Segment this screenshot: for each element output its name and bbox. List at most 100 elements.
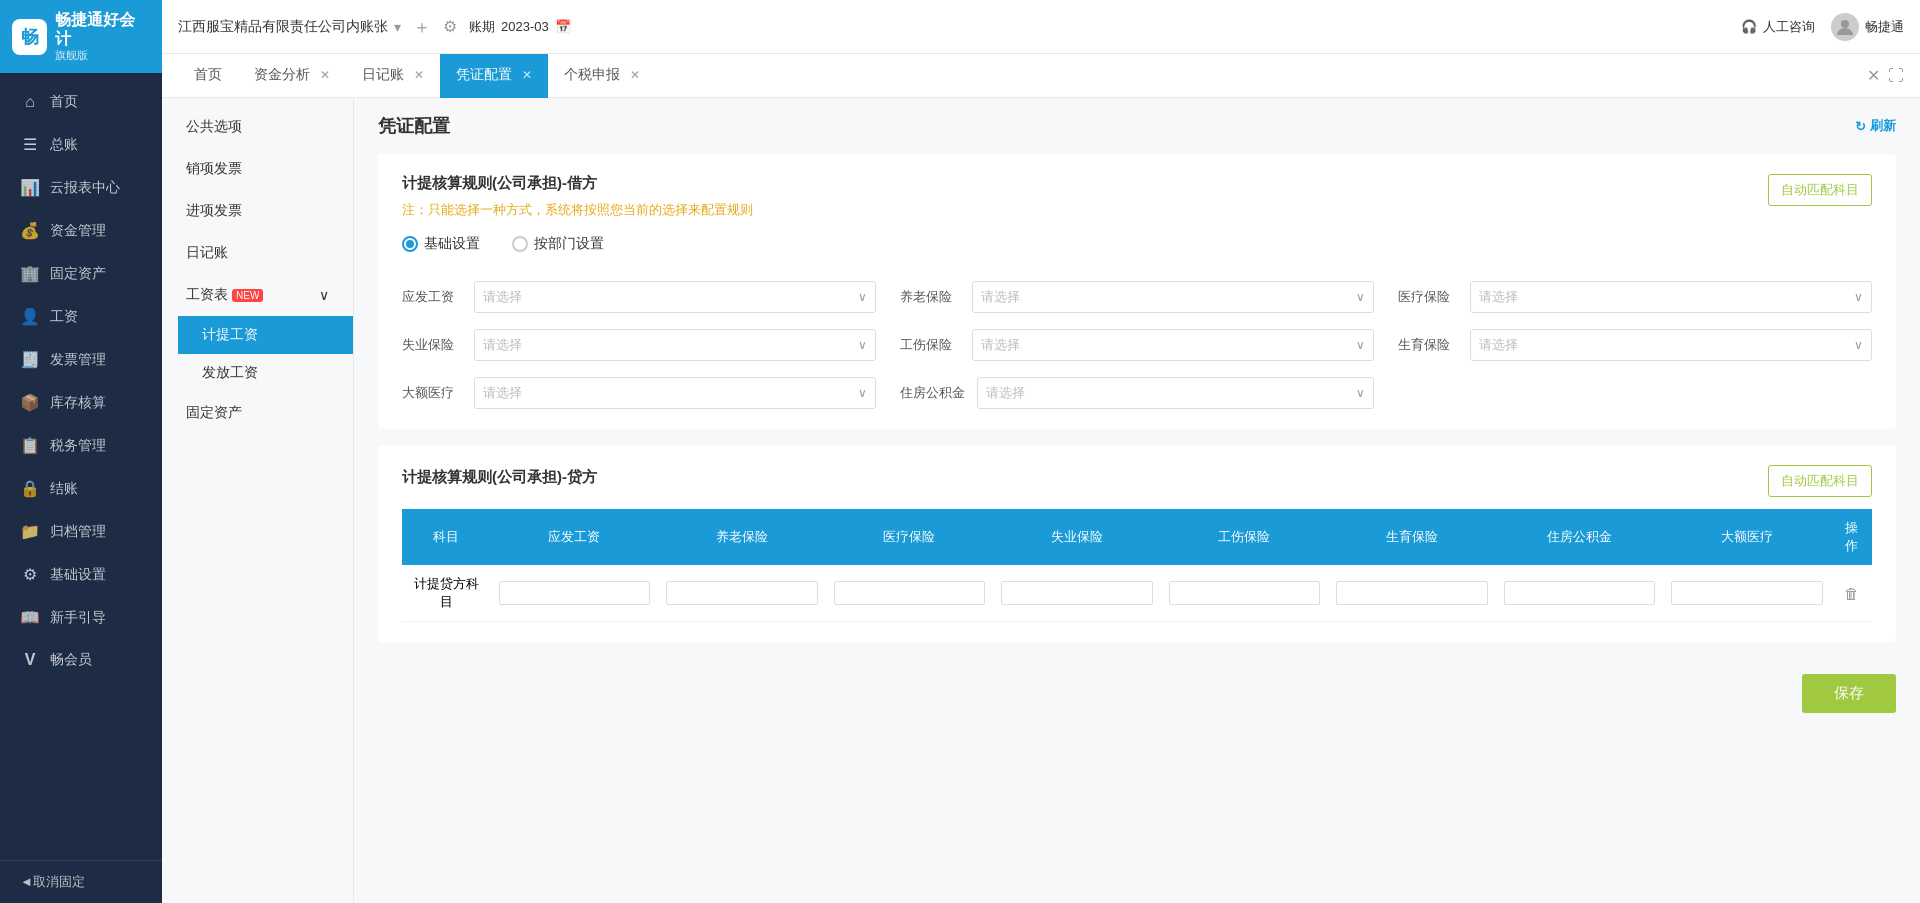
logo-text-block: 畅捷通好会计 旗舰版 <box>55 10 150 63</box>
sidebar-item-label: 基础设置 <box>50 566 106 584</box>
work-injury-arrow-icon: ∨ <box>1356 338 1365 352</box>
expand-tab-icon[interactable]: ⛶ <box>1888 67 1904 85</box>
housing-fund-table-input[interactable] <box>1504 581 1656 605</box>
auto-match-debit-button[interactable]: 自动匹配科目 <box>1768 174 1872 206</box>
credit-rules-table: 科目 应发工资 养老保险 医疗保险 失业保险 工伤保险 生育保险 住房公积金 大… <box>402 509 1872 622</box>
sidebar-item-invoices[interactable]: 🧾 发票管理 <box>0 338 162 381</box>
period-value: 2023-03 <box>501 19 549 34</box>
left-panel-item-public[interactable]: 公共选项 <box>162 106 353 148</box>
table-header-row: 科目 应发工资 养老保险 医疗保险 失业保险 工伤保险 生育保险 住房公积金 大… <box>402 509 1872 565</box>
company-selector[interactable]: 江西服宝精品有限责任公司内账张 ▾ <box>178 18 401 36</box>
sidebar-item-ledger[interactable]: ☰ 总账 <box>0 123 162 166</box>
tab-journal-close-icon[interactable]: ✕ <box>414 68 424 82</box>
td-work-injury-input[interactable] <box>1161 565 1329 622</box>
page-title: 凭证配置 <box>378 114 450 138</box>
radio-department[interactable]: 按部门设置 <box>512 235 604 253</box>
settings-gear-icon[interactable]: ⚙ <box>443 17 457 36</box>
maternity-table-input[interactable] <box>1336 581 1488 605</box>
right-panel: 凭证配置 ↻ 刷新 计提核算规则(公司承担)-借方 注：只能选择一种方式，系统将… <box>354 98 1920 903</box>
sidebar-item-salary[interactable]: 👤 工资 <box>0 295 162 338</box>
sidebar-item-reports[interactable]: 📊 云报表中心 <box>0 166 162 209</box>
guide-icon: 📖 <box>20 608 40 627</box>
add-account-button[interactable]: ＋ <box>413 15 431 39</box>
sidebar-item-vip[interactable]: V 畅会员 <box>0 639 162 681</box>
left-panel-item-payroll-payment[interactable]: 发放工资 <box>178 354 353 392</box>
reports-icon: 📊 <box>20 178 40 197</box>
tab-funds-close-icon[interactable]: ✕ <box>320 68 330 82</box>
large-medical-table-input[interactable] <box>1671 581 1823 605</box>
tab-tax-close-icon[interactable]: ✕ <box>630 68 640 82</box>
period-selector[interactable]: 账期 2023-03 📅 <box>469 18 571 36</box>
auto-match-credit-button[interactable]: 自动匹配科目 <box>1768 465 1872 497</box>
pension-label: 养老保险 <box>900 288 960 306</box>
td-pension-input[interactable] <box>658 565 826 622</box>
sidebar-item-label: 首页 <box>50 93 78 111</box>
unemployment-label: 失业保险 <box>402 336 462 354</box>
sidebar-item-tax[interactable]: 📋 税务管理 <box>0 424 162 467</box>
section-credit-rules: 计提核算规则(公司承担)-贷方 自动匹配科目 科目 应发工资 养老保险 医疗保险… <box>378 445 1896 642</box>
unemployment-select[interactable]: 请选择 ∨ <box>474 329 876 361</box>
tab-tax-label: 个税申报 <box>564 66 620 84</box>
pension-select[interactable]: 请选择 ∨ <box>972 281 1374 313</box>
customer-service-button[interactable]: 🎧 人工咨询 <box>1741 18 1815 36</box>
save-button[interactable]: 保存 <box>1802 674 1896 713</box>
tab-funds-label: 资金分析 <box>254 66 310 84</box>
housing-fund-select[interactable]: 请选择 ∨ <box>977 377 1374 409</box>
sidebar-item-home[interactable]: ⌂ 首页 <box>0 81 162 123</box>
pension-arrow-icon: ∨ <box>1356 290 1365 304</box>
base-salary-arrow-icon: ∨ <box>858 290 867 304</box>
work-injury-table-input[interactable] <box>1169 581 1321 605</box>
left-panel-item-fixed-assets[interactable]: 固定资产 <box>162 392 353 434</box>
user-profile-button[interactable]: 畅捷通 <box>1831 13 1904 41</box>
td-large-medical-input[interactable] <box>1663 565 1831 622</box>
radio-group: 基础设置 按部门设置 <box>402 235 753 253</box>
left-panel-group-payroll-header[interactable]: 工资表 NEW ∨ <box>162 274 353 316</box>
th-action: 操作 <box>1831 509 1872 565</box>
work-injury-select[interactable]: 请选择 ∨ <box>972 329 1374 361</box>
radio-basic[interactable]: 基础设置 <box>402 235 480 253</box>
large-medical-select[interactable]: 请选择 ∨ <box>474 377 876 409</box>
cancel-fixed-button[interactable]: ◄取消固定 <box>20 873 142 891</box>
left-panel-item-journal[interactable]: 日记账 <box>162 232 353 274</box>
maternity-label: 生育保险 <box>1398 336 1458 354</box>
left-panel-group-payroll: 工资表 NEW ∨ 计提工资 发放工资 <box>162 274 353 392</box>
tab-tax-report[interactable]: 个税申报 ✕ <box>548 54 656 98</box>
medical-table-input[interactable] <box>834 581 986 605</box>
tab-home[interactable]: 首页 <box>178 54 238 98</box>
td-delete-action[interactable]: 🗑 <box>1831 565 1872 622</box>
tab-funds-analysis[interactable]: 资金分析 ✕ <box>238 54 346 98</box>
refresh-button[interactable]: ↻ 刷新 <box>1855 117 1896 135</box>
td-housing-fund-input[interactable] <box>1496 565 1664 622</box>
td-medical-input[interactable] <box>826 565 994 622</box>
maternity-placeholder: 请选择 <box>1479 336 1518 354</box>
left-panel-item-purchase-invoice[interactable]: 进项发票 <box>162 190 353 232</box>
sidebar-item-close[interactable]: 🔒 结账 <box>0 467 162 510</box>
medical-select[interactable]: 请选择 ∨ <box>1470 281 1872 313</box>
sidebar-item-settings[interactable]: ⚙ 基础设置 <box>0 553 162 596</box>
topbar-right: 🎧 人工咨询 畅捷通 <box>1741 13 1904 41</box>
work-injury-label: 工伤保险 <box>900 336 960 354</box>
new-badge: NEW <box>232 289 263 302</box>
left-panel-item-sales-invoice[interactable]: 销项发票 <box>162 148 353 190</box>
th-unemployment: 失业保险 <box>993 509 1161 565</box>
td-unemployment-input[interactable] <box>993 565 1161 622</box>
td-maternity-input[interactable] <box>1328 565 1496 622</box>
pension-table-input[interactable] <box>666 581 818 605</box>
sidebar-item-inventory[interactable]: 📦 库存核算 <box>0 381 162 424</box>
left-panel-item-payroll-accrual[interactable]: 计提工资 <box>178 316 353 354</box>
tab-voucher-close-icon[interactable]: ✕ <box>522 68 532 82</box>
form-item-work-injury: 工伤保险 请选择 ∨ <box>900 329 1374 361</box>
tab-journal[interactable]: 日记账 ✕ <box>346 54 440 98</box>
unemployment-table-input[interactable] <box>1001 581 1153 605</box>
base-salary-select[interactable]: 请选择 ∨ <box>474 281 876 313</box>
sidebar-item-funds[interactable]: 💰 资金管理 <box>0 209 162 252</box>
tab-voucher-config[interactable]: 凭证配置 ✕ <box>440 54 548 98</box>
base-salary-table-input[interactable] <box>499 581 651 605</box>
sidebar-item-assets[interactable]: 🏢 固定资产 <box>0 252 162 295</box>
medical-placeholder: 请选择 <box>1479 288 1518 306</box>
maternity-select[interactable]: 请选择 ∨ <box>1470 329 1872 361</box>
sidebar-item-guide[interactable]: 📖 新手引导 <box>0 596 162 639</box>
td-base-salary-input[interactable] <box>491 565 659 622</box>
close-tab-icon[interactable]: ✕ <box>1867 66 1880 85</box>
sidebar-item-archive[interactable]: 📁 归档管理 <box>0 510 162 553</box>
